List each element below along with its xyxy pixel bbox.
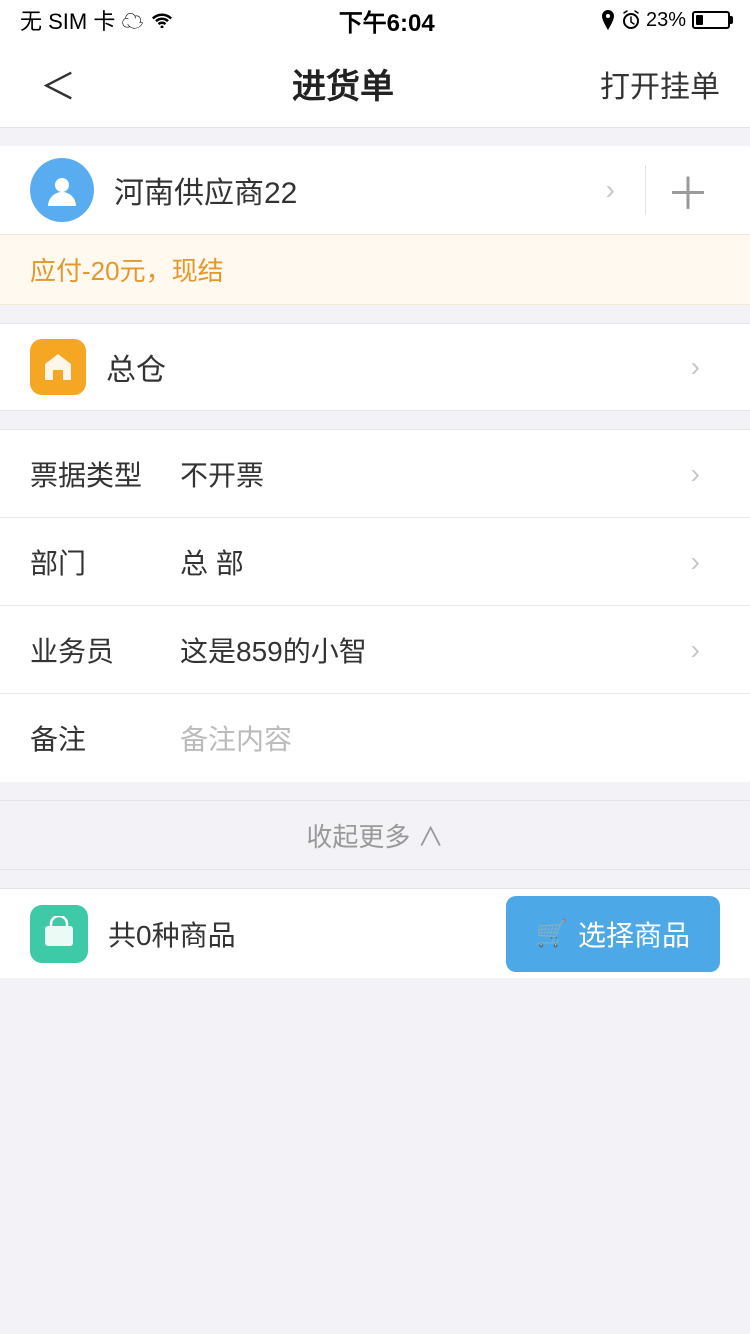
vertical-divider: [645, 165, 646, 215]
supplier-avatar: [30, 158, 94, 222]
alarm-icon: [622, 10, 640, 30]
select-product-icon: 🛒: [536, 918, 568, 949]
sim-label: 无 SIM 卡 ☁: [20, 4, 143, 36]
product-count: 共0种商品: [108, 914, 506, 954]
open-pending-button[interactable]: 打开挂单: [600, 62, 720, 106]
invoice-type-value: 不开票: [160, 454, 691, 494]
notice-banner: 应付-20元，现结: [0, 234, 750, 305]
battery-icon: [692, 11, 730, 29]
invoice-type-row[interactable]: 票据类型 不开票 ›: [0, 430, 750, 518]
house-icon: [41, 350, 75, 384]
remark-input[interactable]: 备注内容: [160, 718, 720, 758]
nav-bar: ＜ 进货单 打开挂单: [0, 40, 750, 128]
battery-percent: 23%: [646, 9, 686, 32]
product-icon: [30, 905, 88, 963]
select-product-button[interactable]: 🛒 选择商品: [506, 896, 720, 972]
background-fill: [0, 978, 750, 1258]
warehouse-row[interactable]: 总仓 ›: [0, 323, 750, 411]
supplier-row[interactable]: 河南供应商22 › ＋: [0, 146, 750, 234]
supplier-name: 河南供应商22: [114, 168, 606, 212]
invoice-type-label: 票据类型: [30, 454, 160, 494]
cart-icon: [41, 916, 77, 952]
form-section: 票据类型 不开票 › 部门 总 部 › 业务员 这是859的小智 › 备注 备注…: [0, 429, 750, 782]
supplier-chevron-icon: ›: [606, 174, 615, 206]
department-chevron-icon: ›: [691, 546, 700, 578]
status-left: 无 SIM 卡 ☁: [20, 4, 173, 36]
warehouse-name: 总仓: [106, 345, 691, 389]
remark-label: 备注: [30, 718, 160, 758]
salesperson-chevron-icon: ›: [691, 634, 700, 666]
product-bar: 共0种商品 🛒 选择商品: [0, 888, 750, 978]
page-title: 进货单: [292, 59, 394, 108]
warehouse-chevron-icon: ›: [691, 351, 700, 383]
person-icon: [44, 172, 80, 208]
salesperson-label: 业务员: [30, 630, 160, 670]
add-button[interactable]: ＋: [656, 158, 720, 222]
department-row[interactable]: 部门 总 部 ›: [0, 518, 750, 606]
status-time: 下午6:04: [339, 3, 435, 38]
wifi-icon: [151, 12, 173, 28]
status-right: 23%: [600, 9, 730, 32]
department-value: 总 部: [160, 542, 691, 582]
location-icon: [600, 10, 616, 30]
back-button[interactable]: ＜: [30, 48, 86, 120]
remark-row[interactable]: 备注 备注内容: [0, 694, 750, 782]
warehouse-icon: [30, 339, 86, 395]
select-product-label: 选择商品: [578, 914, 690, 954]
salesperson-row[interactable]: 业务员 这是859的小智 ›: [0, 606, 750, 694]
invoice-type-chevron-icon: ›: [691, 458, 700, 490]
section-gap-1: [0, 128, 750, 146]
status-bar: 无 SIM 卡 ☁ 下午6:04 23%: [0, 0, 750, 40]
department-label: 部门: [30, 542, 160, 582]
collapse-button[interactable]: 收起更多 ∧: [0, 800, 750, 870]
salesperson-value: 这是859的小智: [160, 630, 691, 670]
